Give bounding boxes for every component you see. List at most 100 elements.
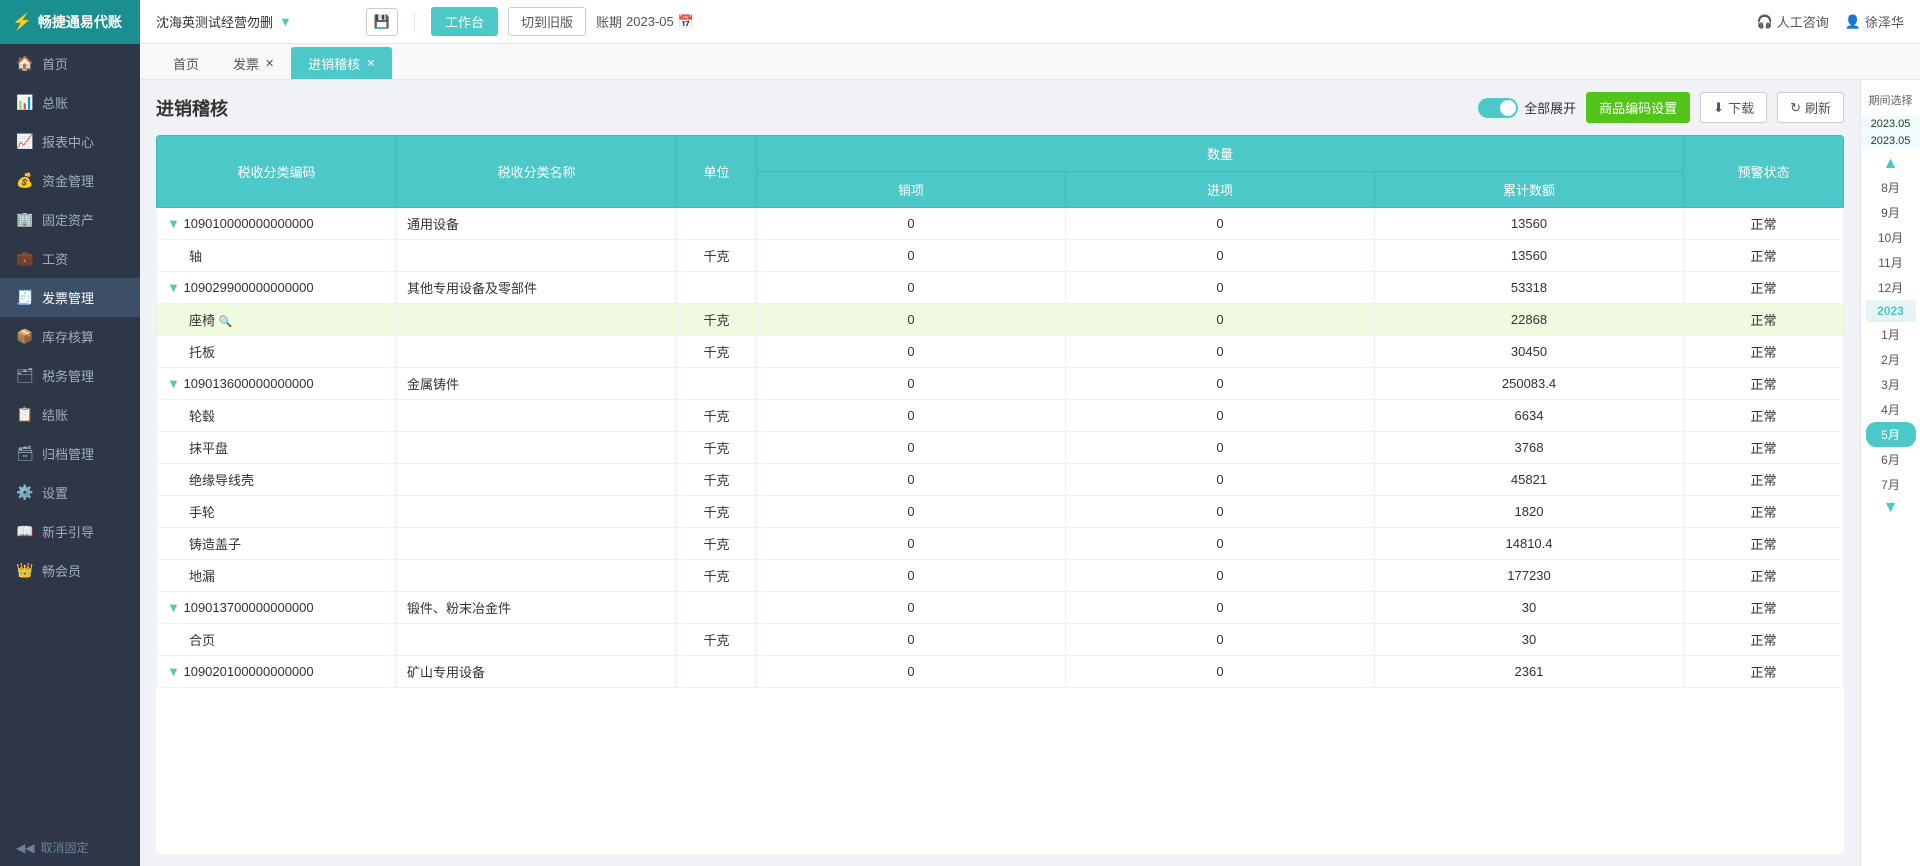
cell-tax-name	[397, 528, 677, 560]
period-7[interactable]: 7月	[1866, 472, 1916, 497]
data-table-container: 税收分类编码 税收分类名称 单位 数量 预警状态 销项 进项 累计数额	[156, 135, 1844, 854]
cell-sales: 0	[757, 624, 1066, 656]
tab-home[interactable]: 首页	[156, 47, 216, 79]
cell-status: 正常	[1684, 368, 1844, 400]
assets-icon: 🏢	[16, 211, 34, 228]
collapse-icon[interactable]: ▼	[167, 216, 180, 231]
table-row: ▼ 109020100000000000矿山专用设备002361正常	[157, 656, 1844, 688]
inventory-icon: 📦	[16, 328, 34, 345]
period-3[interactable]: 3月	[1866, 372, 1916, 397]
company-selector[interactable]: 沈海英测试经营勿删 ▼	[156, 12, 356, 31]
calendar-icon[interactable]: 📅	[678, 14, 694, 30]
save-button[interactable]: 💾	[366, 8, 398, 36]
sidebar-item-tax[interactable]: 🗂 税务管理	[0, 356, 140, 395]
table-row: 轮毂千克006634正常	[157, 400, 1844, 432]
support-button[interactable]: 🎧 人工咨询	[1757, 12, 1829, 31]
sidebar-label-inventory: 库存核算	[42, 327, 94, 346]
table-row: 轴千克0013560正常	[157, 240, 1844, 272]
collapse-icon[interactable]: ▼	[167, 280, 180, 295]
tab-invoice-close[interactable]: ✕	[265, 57, 274, 70]
expand-toggle[interactable]	[1478, 98, 1518, 118]
cell-unit: 千克	[677, 240, 757, 272]
cell-purchase: 0	[1066, 272, 1375, 304]
page-actions: 全部展开 商品编码设置 ⬇ 下载 ↻ 刷新	[1478, 92, 1844, 123]
period-down-button[interactable]: ▼	[1883, 497, 1899, 519]
sidebar-item-close[interactable]: 📋 结账	[0, 395, 140, 434]
product-code-button[interactable]: 商品编码设置	[1586, 92, 1690, 123]
cell-status: 正常	[1684, 272, 1844, 304]
table-row: 铸造盖子千克0014810.4正常	[157, 528, 1844, 560]
user-profile[interactable]: 👤 徐泽华	[1845, 12, 1904, 31]
period-9[interactable]: 9月	[1866, 200, 1916, 225]
sidebar-label-assets: 固定资产	[42, 210, 94, 229]
period-6[interactable]: 6月	[1866, 447, 1916, 472]
cell-tax-code: 座椅 🔍	[157, 304, 397, 336]
download-button[interactable]: ⬇ 下载	[1700, 92, 1767, 123]
period-5[interactable]: 5月	[1866, 422, 1916, 447]
cell-status: 正常	[1684, 400, 1844, 432]
switch-version-button[interactable]: 切到旧版	[508, 7, 586, 36]
refresh-button[interactable]: ↻ 刷新	[1777, 92, 1844, 123]
sidebar-label-invoice: 发票管理	[42, 288, 94, 307]
expand-toggle-wrap: 全部展开	[1478, 98, 1576, 118]
collapse-icon[interactable]: ▼	[167, 600, 180, 615]
user-icon: 👤	[1845, 14, 1861, 30]
topbar: 沈海英测试经营勿删 ▼ 💾 工作台 切到旧版 账期 2023-05 📅 🎧 人工…	[140, 0, 1920, 44]
topbar-right: 🎧 人工咨询 👤 徐泽华	[1757, 12, 1904, 31]
app-title: 畅捷通易代账	[38, 12, 122, 32]
sidebar-item-invoice[interactable]: 🧾 发票管理	[0, 278, 140, 317]
collapse-icon[interactable]: ▼	[167, 664, 180, 679]
cell-status: 正常	[1684, 592, 1844, 624]
cell-tax-name: 金属铸件	[397, 368, 677, 400]
search-icon[interactable]: 🔍	[219, 316, 233, 328]
cell-tax-code: ▼ 109020100000000000	[157, 656, 397, 688]
sidebar-item-settings[interactable]: ⚙️ 设置	[0, 473, 140, 512]
cell-tax-code: 绝缘导线壳	[157, 464, 397, 496]
cell-total: 177230	[1375, 560, 1684, 592]
tab-invoice[interactable]: 发票 ✕	[216, 47, 291, 79]
period-4[interactable]: 4月	[1866, 397, 1916, 422]
collapse-icon[interactable]: ▼	[167, 376, 180, 391]
period-11[interactable]: 11月	[1866, 250, 1916, 275]
sidebar-item-guide[interactable]: 📖 新手引导	[0, 512, 140, 551]
cell-total: 6634	[1375, 400, 1684, 432]
tab-reconcile-close[interactable]: ✕	[366, 57, 375, 70]
table-row: 手轮千克001820正常	[157, 496, 1844, 528]
period-1[interactable]: 1月	[1866, 322, 1916, 347]
sidebar-item-assets[interactable]: 🏢 固定资产	[0, 200, 140, 239]
cell-total: 45821	[1375, 464, 1684, 496]
cell-total: 3768	[1375, 432, 1684, 464]
cell-unit	[677, 592, 757, 624]
period-2[interactable]: 2月	[1866, 347, 1916, 372]
workbench-button[interactable]: 工作台	[431, 7, 498, 36]
sidebar-item-ledger[interactable]: 📊 总账	[0, 83, 140, 122]
cell-status: 正常	[1684, 656, 1844, 688]
expand-toggle-label: 全部展开	[1524, 98, 1576, 117]
sidebar-item-inventory[interactable]: 📦 库存核算	[0, 317, 140, 356]
sidebar-label-salary: 工资	[42, 249, 68, 268]
period-8[interactable]: 8月	[1866, 175, 1916, 200]
th-total: 累计数额	[1375, 172, 1684, 208]
company-name: 沈海英测试经营勿删	[156, 12, 273, 31]
period-up-button[interactable]: ▲	[1883, 153, 1899, 175]
cell-sales: 0	[757, 528, 1066, 560]
sidebar-item-member[interactable]: 👑 畅会员	[0, 551, 140, 590]
sidebar-item-reports[interactable]: 📈 报表中心	[0, 122, 140, 161]
table-row: ▼ 109013600000000000金属铸件00250083.4正常	[157, 368, 1844, 400]
sidebar-unpin-button[interactable]: ◀◀ 取消固定	[0, 829, 140, 866]
th-status: 预警状态	[1684, 136, 1844, 208]
invoice-icon: 🧾	[16, 289, 34, 306]
salary-icon: 💼	[16, 250, 34, 267]
tab-reconcile[interactable]: 进销稽核 ✕	[291, 47, 392, 79]
sidebar-item-home[interactable]: 🏠 首页	[0, 44, 140, 83]
member-icon: 👑	[16, 562, 34, 579]
sidebar-item-archive[interactable]: 🗃 归档管理	[0, 434, 140, 473]
cell-status: 正常	[1684, 624, 1844, 656]
settings-icon: ⚙️	[16, 484, 34, 501]
table-row: 地漏千克00177230正常	[157, 560, 1844, 592]
sidebar-item-finance[interactable]: 💰 资金管理	[0, 161, 140, 200]
period-10[interactable]: 10月	[1866, 225, 1916, 250]
cell-tax-name	[397, 560, 677, 592]
period-12[interactable]: 12月	[1866, 275, 1916, 300]
sidebar-item-salary[interactable]: 💼 工资	[0, 239, 140, 278]
